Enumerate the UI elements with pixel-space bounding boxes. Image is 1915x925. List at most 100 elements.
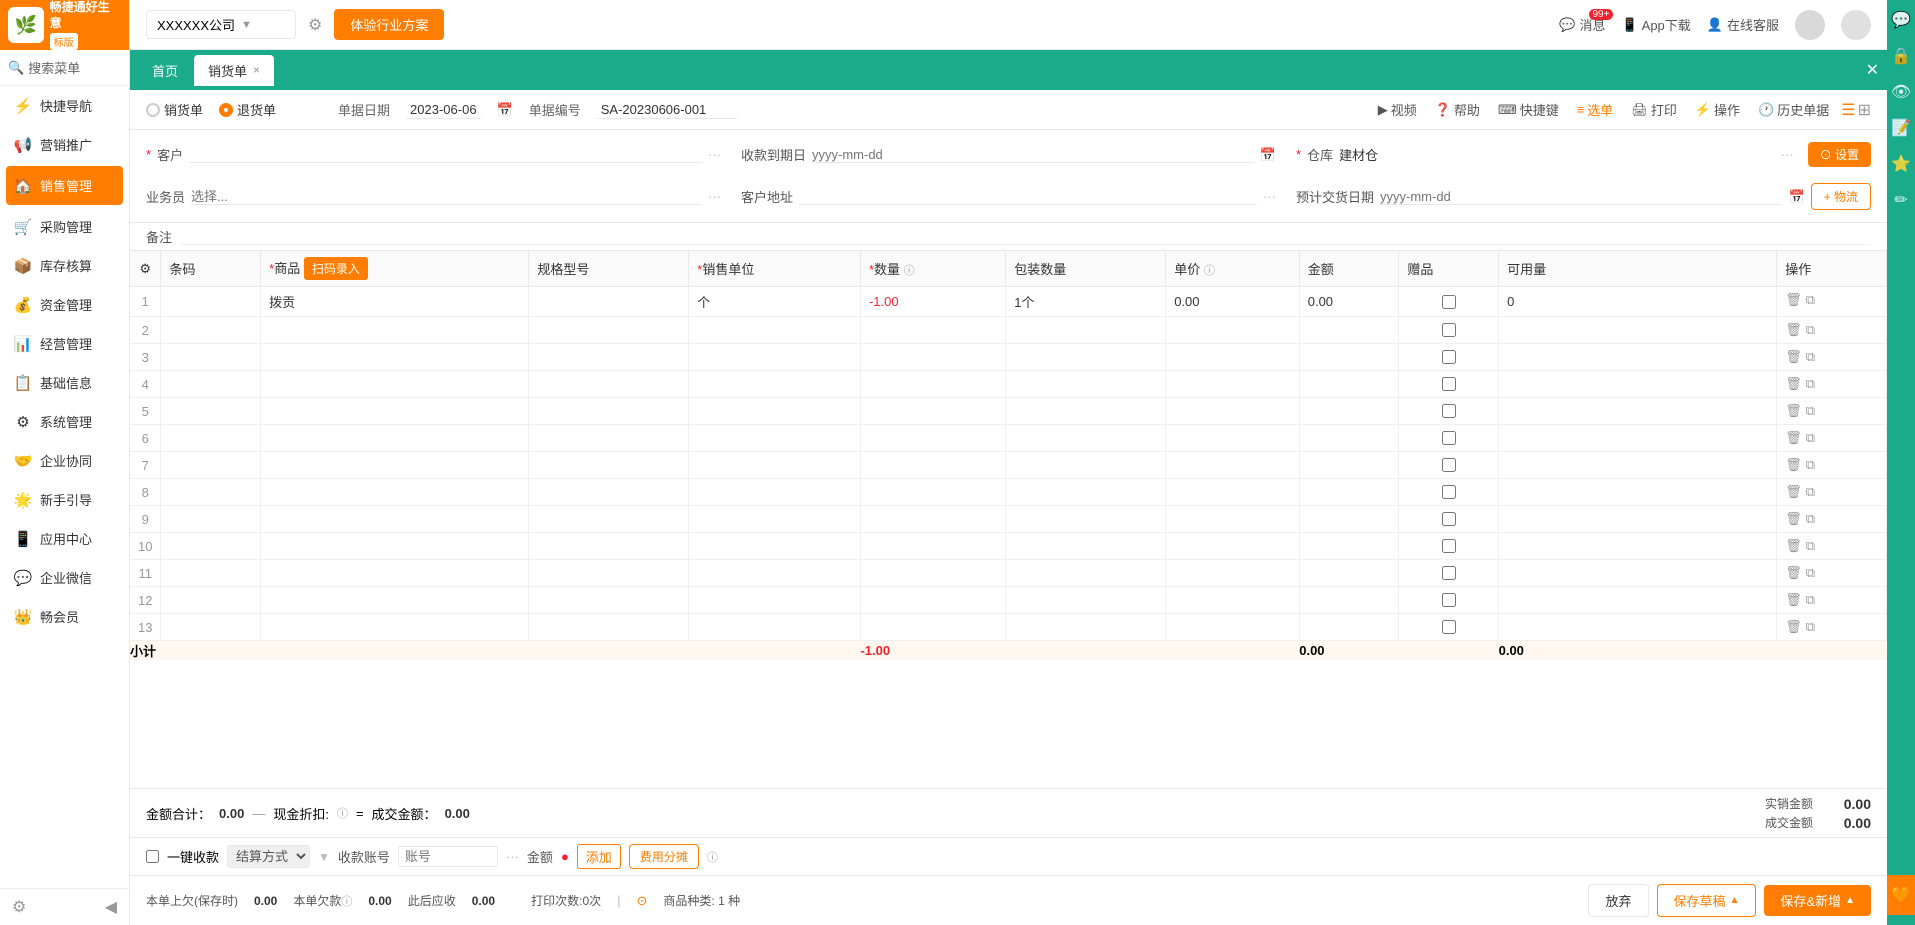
- delete-icon[interactable]: 🗑: [1785, 565, 1802, 581]
- sidebar-item-newbie[interactable]: 🌟 新手引导: [0, 480, 129, 519]
- row-gift[interactable]: [1399, 287, 1499, 317]
- row-amount[interactable]: [1299, 425, 1399, 452]
- tab-current[interactable]: 销货单 ×: [194, 55, 274, 86]
- delete-icon[interactable]: 🗑: [1785, 619, 1802, 635]
- radio-return[interactable]: 退货单: [219, 100, 276, 119]
- row-amount[interactable]: [1299, 371, 1399, 398]
- row-price[interactable]: [1166, 587, 1300, 614]
- panel-lock-icon[interactable]: 🔒: [1891, 46, 1911, 66]
- row-product[interactable]: [261, 479, 529, 506]
- row-unit[interactable]: [689, 533, 861, 560]
- discount-info-icon[interactable]: ⓘ: [337, 805, 348, 821]
- settings-button[interactable]: ⊙ 设置: [1808, 142, 1871, 167]
- row-gift[interactable]: [1399, 425, 1499, 452]
- row-barcode[interactable]: [161, 452, 261, 479]
- customer-input[interactable]: [189, 147, 702, 163]
- delete-icon[interactable]: 🗑: [1785, 403, 1802, 419]
- row-spec[interactable]: [529, 452, 689, 479]
- sidebar-item-member[interactable]: 👑 畅会员: [0, 597, 129, 636]
- row-product[interactable]: [261, 506, 529, 533]
- sidebar-item-basic[interactable]: 📋 基础信息: [0, 363, 129, 402]
- online-service-button[interactable]: 👤 在线客服: [1707, 15, 1779, 34]
- account-more-icon[interactable]: ···: [506, 849, 519, 864]
- row-pack-qty[interactable]: [1006, 587, 1166, 614]
- avatar[interactable]: [1795, 10, 1825, 40]
- row-price[interactable]: [1166, 371, 1300, 398]
- delete-icon[interactable]: 🗑: [1785, 376, 1802, 392]
- row-qty[interactable]: [860, 344, 1005, 371]
- discard-button[interactable]: 放弃: [1588, 884, 1648, 917]
- row-amount[interactable]: [1299, 560, 1399, 587]
- row-spec[interactable]: [529, 317, 689, 344]
- row-spec[interactable]: [529, 287, 689, 317]
- row-pack-qty[interactable]: [1006, 533, 1166, 560]
- message-button[interactable]: 💬 消息 99+: [1559, 15, 1605, 34]
- row-product[interactable]: [261, 560, 529, 587]
- order-no-value[interactable]: SA-20230606-001: [597, 101, 737, 119]
- row-qty[interactable]: [860, 371, 1005, 398]
- settings-bottom-icon[interactable]: ⚙: [12, 897, 26, 917]
- list-view-icon[interactable]: ☰: [1841, 100, 1855, 120]
- row-qty[interactable]: [860, 506, 1005, 533]
- row-barcode[interactable]: [161, 533, 261, 560]
- save-new-button[interactable]: 保存&新增 ▲: [1764, 885, 1871, 916]
- salesperson-input[interactable]: [191, 189, 702, 205]
- delete-icon[interactable]: 🗑: [1785, 592, 1802, 608]
- row-price[interactable]: [1166, 479, 1300, 506]
- row-gift[interactable]: [1399, 398, 1499, 425]
- copy-icon[interactable]: ⧉: [1806, 484, 1815, 500]
- settings-gear-icon[interactable]: ⚙: [308, 15, 322, 35]
- tab-close-icon[interactable]: ×: [253, 63, 260, 77]
- payment-method-more[interactable]: ▼: [318, 850, 330, 864]
- row-barcode[interactable]: [161, 344, 261, 371]
- copy-icon[interactable]: ⧉: [1806, 619, 1815, 635]
- row-price[interactable]: [1166, 452, 1300, 479]
- row-price[interactable]: 0.00: [1166, 287, 1300, 317]
- gift-checkbox[interactable]: [1442, 458, 1456, 472]
- row-spec[interactable]: [529, 398, 689, 425]
- minus-icon[interactable]: —: [252, 806, 265, 821]
- col-settings[interactable]: ⚙: [130, 251, 161, 287]
- copy-icon[interactable]: ⧉: [1806, 376, 1815, 392]
- row-product[interactable]: [261, 344, 529, 371]
- row-product[interactable]: [261, 452, 529, 479]
- row-gift[interactable]: [1399, 533, 1499, 560]
- sidebar-item-wechat[interactable]: 💬 企业微信: [0, 558, 129, 597]
- row-barcode[interactable]: [161, 506, 261, 533]
- company-selector[interactable]: XXXXXX公司 ▼: [146, 10, 296, 39]
- row-qty[interactable]: [860, 614, 1005, 641]
- account-input[interactable]: [398, 846, 498, 867]
- row-product[interactable]: 拨贡: [261, 287, 529, 317]
- copy-icon[interactable]: ⧉: [1806, 592, 1815, 608]
- logistics-button[interactable]: + 物流: [1811, 183, 1871, 210]
- action-button[interactable]: ⚡ 操作: [1689, 98, 1746, 121]
- row-unit[interactable]: [689, 587, 861, 614]
- row-qty[interactable]: [860, 398, 1005, 425]
- customer-addr-input[interactable]: [799, 189, 1257, 205]
- row-pack-qty[interactable]: [1006, 614, 1166, 641]
- row-spec[interactable]: [529, 425, 689, 452]
- row-qty[interactable]: [860, 587, 1005, 614]
- panel-eye-icon[interactable]: 👁: [1891, 82, 1911, 102]
- gift-checkbox[interactable]: [1442, 295, 1456, 309]
- salesperson-more-icon[interactable]: ···: [708, 189, 721, 204]
- sidebar-item-sales[interactable]: 🏠 销售管理: [6, 166, 123, 205]
- date-value[interactable]: 2023-06-06: [406, 101, 481, 119]
- row-product[interactable]: [261, 533, 529, 560]
- row-gift[interactable]: [1399, 452, 1499, 479]
- gift-checkbox[interactable]: [1442, 593, 1456, 607]
- gift-checkbox[interactable]: [1442, 323, 1456, 337]
- row-pack-qty[interactable]: [1006, 317, 1166, 344]
- tab-bar-close[interactable]: ✕: [1866, 60, 1879, 80]
- delete-icon[interactable]: 🗑: [1785, 349, 1802, 365]
- customer-more-icon[interactable]: ···: [708, 147, 721, 162]
- addr-more-icon[interactable]: ···: [1263, 189, 1276, 204]
- radio-sale[interactable]: 销货单: [146, 100, 203, 119]
- gift-checkbox[interactable]: [1442, 485, 1456, 499]
- copy-icon[interactable]: ⧉: [1806, 349, 1815, 365]
- row-product[interactable]: [261, 425, 529, 452]
- panel-chat-icon[interactable]: 💬: [1891, 10, 1911, 30]
- warehouse-value[interactable]: 建材仓: [1339, 145, 1775, 164]
- row-unit[interactable]: [689, 371, 861, 398]
- row-barcode[interactable]: [161, 479, 261, 506]
